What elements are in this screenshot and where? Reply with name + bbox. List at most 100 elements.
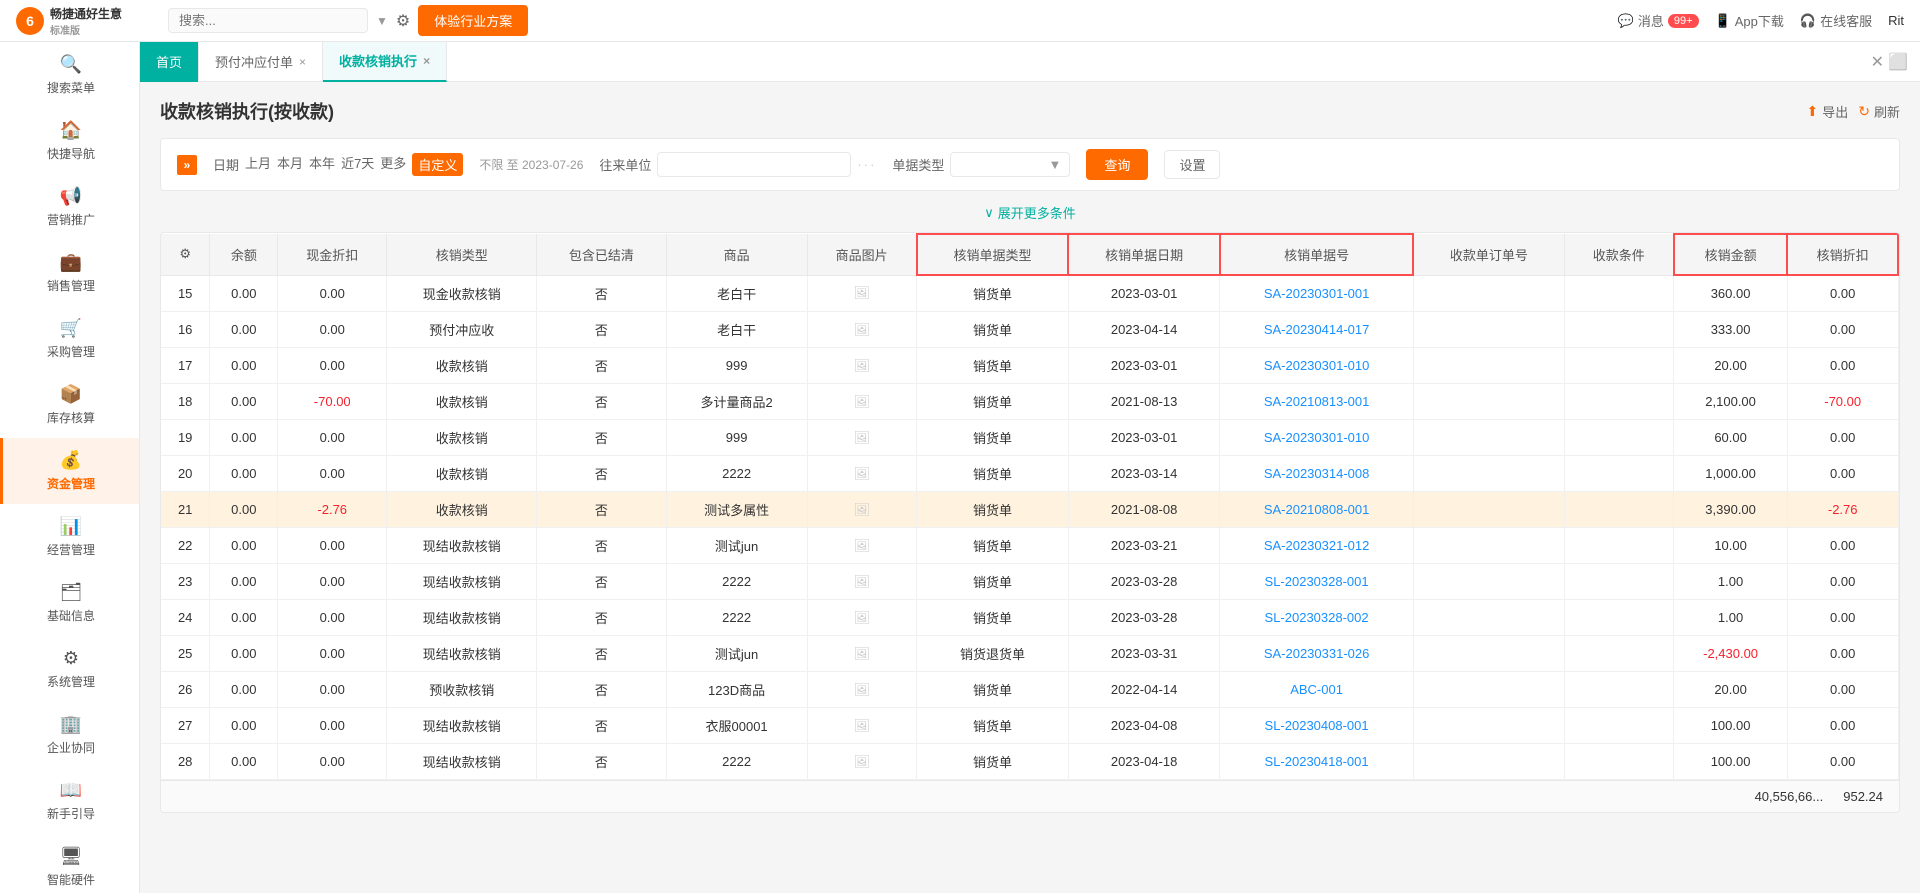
td-wo-voucher-no[interactable]: SA-20210813-001 (1220, 384, 1413, 420)
td-wo-voucher-no[interactable]: ABC-001 (1220, 672, 1413, 708)
td-balance: 0.00 (210, 275, 278, 312)
sidebar-item-inventory[interactable]: 📦 库存核算 (0, 372, 139, 438)
td-wo-voucher-no[interactable]: SL-20230328-002 (1220, 600, 1413, 636)
table-row[interactable]: 17 0.00 0.00 收款核销 否 999 🖼 销货单 2023-03-01… (161, 348, 1898, 384)
sidebar-item-guide[interactable]: 📖 新手引导 (0, 768, 139, 834)
td-write-off-type: 收款核销 (387, 492, 537, 528)
column-settings-button[interactable]: 设置 (1164, 150, 1220, 179)
industry-solution-button[interactable]: 体验行业方案 (418, 5, 528, 36)
th-goods: 商品 (666, 234, 807, 275)
sidebar-item-basic[interactable]: 🗂 基础信息 (0, 570, 139, 636)
date-last-month[interactable]: 上月 (245, 153, 271, 176)
voucher-type-select[interactable]: ▼ (950, 152, 1070, 177)
settings-icon[interactable]: ⚙ (396, 11, 410, 31)
expand-more-conditions[interactable]: ∨ 展开更多条件 (160, 203, 1900, 222)
dropdown-arrow-icon[interactable]: ▼ (376, 14, 388, 28)
messages-badge: 99+ (1668, 14, 1699, 28)
table-row[interactable]: 23 0.00 0.00 现结收款核销 否 2222 🖼 销货单 2023-03… (161, 564, 1898, 600)
td-id: 28 (161, 744, 210, 780)
tab-maximize-icon[interactable]: ⬜ (1888, 52, 1908, 72)
td-include-settled: 否 (537, 456, 666, 492)
counterpart-input[interactable] (657, 152, 851, 177)
td-receipt-order-no (1413, 744, 1564, 780)
sidebar-item-marketing[interactable]: 📢 营销推广 (0, 174, 139, 240)
td-balance: 0.00 (210, 528, 278, 564)
td-goods-image: 🖼 (807, 672, 917, 708)
table-row[interactable]: 24 0.00 0.00 现结收款核销 否 2222 🖼 销货单 2023-03… (161, 600, 1898, 636)
page-content: 收款核销执行(按收款) ⬆ 导出 ↻ 刷新 » 日期 (140, 82, 1920, 893)
export-button[interactable]: ⬆ 导出 (1807, 102, 1849, 121)
messages-button[interactable]: 💬 消息 99+ (1618, 11, 1699, 30)
table-row[interactable]: 26 0.00 0.00 预收款核销 否 123D商品 🖼 销货单 2022-0… (161, 672, 1898, 708)
td-goods: 2222 (666, 600, 807, 636)
td-wo-amount: 360.00 (1674, 275, 1788, 312)
td-goods-image: 🖼 (807, 275, 917, 312)
page-header: 收款核销执行(按收款) ⬆ 导出 ↻ 刷新 (160, 98, 1900, 124)
date-custom[interactable]: 自定义 (412, 153, 463, 176)
online-support-button[interactable]: 🎧 在线客服 (1800, 11, 1872, 30)
sidebar-item-finance[interactable]: 💰 资金管理 (0, 438, 139, 504)
date-more[interactable]: 更多 (380, 153, 406, 176)
search-input[interactable] (168, 8, 368, 33)
sidebar-item-operations[interactable]: 📊 经营管理 (0, 504, 139, 570)
sidebar-item-search[interactable]: 🔍 搜索菜单 (0, 42, 139, 108)
sidebar-item-corp[interactable]: 🏢 企业协同 (0, 702, 139, 768)
td-id: 18 (161, 384, 210, 420)
date-last-7-days[interactable]: 近7天 (341, 153, 374, 176)
tab-collection[interactable]: 收款核销执行 × (323, 42, 447, 82)
app-download-button[interactable]: 📱 App下载 (1715, 11, 1784, 30)
td-cash-discount: 0.00 (278, 564, 387, 600)
th-include-settled: 包含已结清 (537, 234, 666, 275)
sidebar-item-quick[interactable]: 🏠 快捷导航 (0, 108, 139, 174)
td-wo-voucher-no[interactable]: SA-20210808-001 (1220, 492, 1413, 528)
export-label: 导出 (1822, 102, 1848, 121)
collection-tab-close-icon[interactable]: × (423, 54, 430, 68)
expand-filter-icon[interactable]: » (177, 155, 197, 175)
td-wo-voucher-no[interactable]: SA-20230414-017 (1220, 312, 1413, 348)
tab-close-all-icon[interactable]: ✕ (1871, 52, 1884, 72)
sidebar-item-hardware[interactable]: 🖥 智能硬件 (0, 834, 139, 893)
td-write-off-type: 预收款核销 (387, 672, 537, 708)
refresh-button[interactable]: ↻ 刷新 (1858, 102, 1900, 121)
table-row[interactable]: 15 0.00 0.00 现金收款核销 否 老白干 🖼 销货单 2023-03-… (161, 275, 1898, 312)
query-button[interactable]: 查询 (1086, 149, 1148, 180)
tab-prepay[interactable]: 预付冲应付单 × (199, 42, 323, 82)
td-wo-voucher-no[interactable]: SA-20230321-012 (1220, 528, 1413, 564)
td-wo-voucher-no[interactable]: SL-20230328-001 (1220, 564, 1413, 600)
date-this-month[interactable]: 本月 (277, 153, 303, 176)
prepay-tab-close-icon[interactable]: × (299, 55, 306, 69)
tab-home[interactable]: 首页 (140, 42, 199, 82)
td-wo-voucher-date: 2023-03-21 (1068, 528, 1220, 564)
td-wo-voucher-no[interactable]: SA-20230301-010 (1220, 348, 1413, 384)
td-balance: 0.00 (210, 672, 278, 708)
brand-name: 畅捷通好生意 (50, 5, 122, 22)
search-icon: 🔍 (60, 54, 82, 75)
table-row[interactable]: 20 0.00 0.00 收款核销 否 2222 🖼 销货单 2023-03-1… (161, 456, 1898, 492)
table-row[interactable]: 19 0.00 0.00 收款核销 否 999 🖼 销货单 2023-03-01… (161, 420, 1898, 456)
expand-label: 展开更多条件 (998, 203, 1076, 222)
sidebar-item-system[interactable]: ⚙ 系统管理 (0, 636, 139, 702)
td-wo-voucher-no[interactable]: SA-20230314-008 (1220, 456, 1413, 492)
table-row[interactable]: 28 0.00 0.00 现结收款核销 否 2222 🖼 销货单 2023-04… (161, 744, 1898, 780)
td-include-settled: 否 (537, 492, 666, 528)
td-cash-discount: 0.00 (278, 420, 387, 456)
sidebar-item-purchase[interactable]: 🛒 采购管理 (0, 306, 139, 372)
sidebar-label-inventory: 库存核算 (47, 409, 95, 426)
table-row[interactable]: 18 0.00 -70.00 收款核销 否 多计量商品2 🖼 销货单 2021-… (161, 384, 1898, 420)
td-receipt-condition (1564, 312, 1674, 348)
td-wo-voucher-no[interactable]: SL-20230418-001 (1220, 744, 1413, 780)
table-row[interactable]: 25 0.00 0.00 现结收款核销 否 测试jun 🖼 销货退货单 2023… (161, 636, 1898, 672)
sidebar-item-sales[interactable]: 💼 销售管理 (0, 240, 139, 306)
table-row[interactable]: 27 0.00 0.00 现结收款核销 否 衣服00001 🖼 销货单 2023… (161, 708, 1898, 744)
td-include-settled: 否 (537, 636, 666, 672)
sidebar-label-hardware: 智能硬件 (47, 871, 95, 888)
table-row[interactable]: 21 0.00 -2.76 收款核销 否 测试多属性 🖼 销货单 2021-08… (161, 492, 1898, 528)
table-row[interactable]: 22 0.00 0.00 现结收款核销 否 测试jun 🖼 销货单 2023-0… (161, 528, 1898, 564)
td-wo-voucher-no[interactable]: SA-20230331-026 (1220, 636, 1413, 672)
date-this-year[interactable]: 本年 (309, 153, 335, 176)
td-wo-voucher-no[interactable]: SA-20230301-001 (1220, 275, 1413, 312)
td-wo-voucher-no[interactable]: SA-20230301-010 (1220, 420, 1413, 456)
td-wo-voucher-no[interactable]: SL-20230408-001 (1220, 708, 1413, 744)
table-row[interactable]: 16 0.00 0.00 预付冲应收 否 老白干 🖼 销货单 2023-04-1… (161, 312, 1898, 348)
td-wo-discount: 0.00 (1787, 708, 1898, 744)
